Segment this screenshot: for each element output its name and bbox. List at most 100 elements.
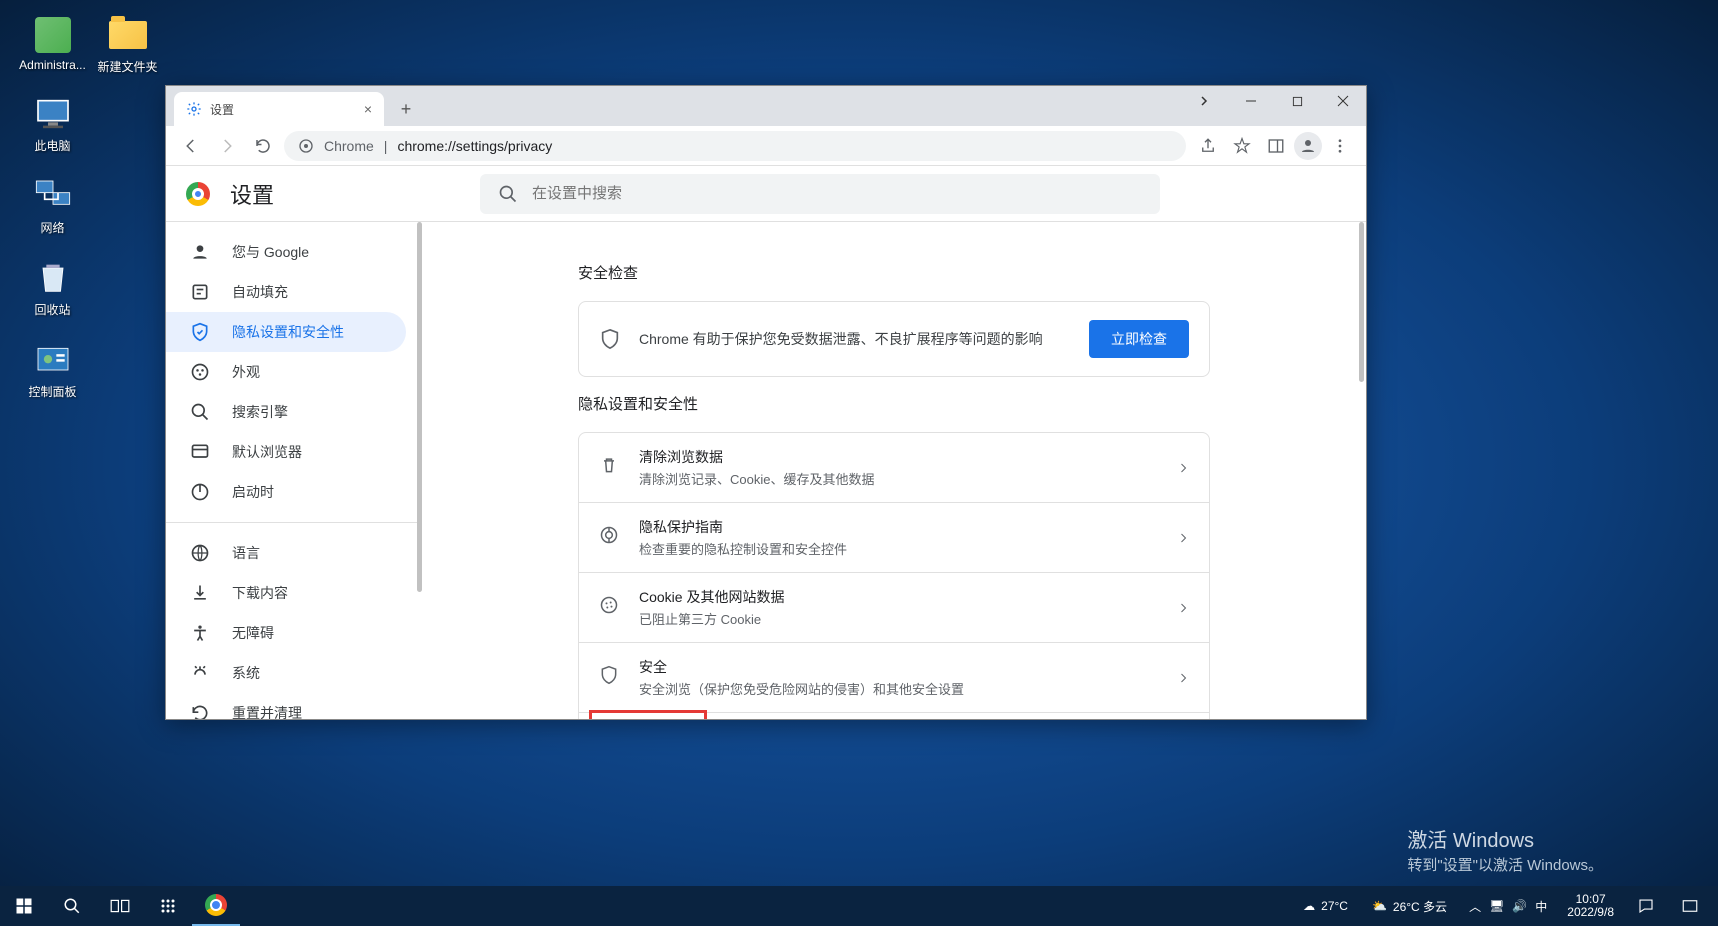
back-button[interactable] — [176, 131, 206, 161]
taskbar-weather-left[interactable]: ☁27°C — [1291, 899, 1360, 913]
safety-check-button[interactable]: 立即检查 — [1089, 320, 1189, 358]
desktop-icon-user[interactable]: Administra... — [15, 15, 90, 72]
omnibox[interactable]: Chrome | chrome://settings/privacy — [284, 131, 1186, 161]
sidebar-item-label: 自动填充 — [232, 282, 288, 302]
desktop-icon-network[interactable]: 网络 — [15, 176, 90, 236]
list-item-title: 隐私保护指南 — [639, 517, 1157, 537]
settings-header: 设置 — [166, 166, 1366, 222]
desktop-icon-recycle-bin[interactable]: 回收站 — [15, 258, 90, 318]
profile-avatar-icon[interactable] — [1294, 132, 1322, 160]
window-close-button[interactable] — [1320, 86, 1366, 116]
desktop-icon-new-folder[interactable]: 新建文件夹 — [90, 15, 165, 75]
privacy-item-1[interactable]: 隐私保护指南检查重要的隐私控制设置和安全控件 — [579, 502, 1209, 572]
list-item-title: Cookie 及其他网站数据 — [639, 587, 1157, 607]
list-item-subtitle: 检查重要的隐私控制设置和安全控件 — [639, 539, 1157, 558]
privacy-heading: 隐私设置和安全性 — [578, 393, 1210, 414]
privacy-item-2[interactable]: Cookie 及其他网站数据已阻止第三方 Cookie — [579, 572, 1209, 642]
sidebar-item-label: 重置并清理 — [232, 703, 302, 719]
sidebar-item-lang[interactable]: 语言 — [166, 533, 406, 573]
start-button[interactable] — [0, 886, 48, 926]
tray-network-icon[interactable]: 🖥 — [1489, 899, 1504, 913]
window-maximize-button[interactable] — [1274, 86, 1320, 116]
chevron-right-icon — [1177, 462, 1189, 474]
reload-button[interactable] — [248, 131, 278, 161]
search-icon — [498, 184, 518, 204]
content-scrollbar[interactable] — [1359, 222, 1364, 719]
taskbar-notifications-button[interactable] — [1624, 886, 1668, 926]
share-icon[interactable] — [1192, 130, 1224, 162]
sidebar-item-search[interactable]: 搜索引擎 — [166, 392, 406, 432]
omnibox-url: chrome://settings/privacy — [397, 138, 552, 154]
new-tab-button[interactable]: + — [392, 95, 420, 123]
omnibox-sep: | — [384, 138, 388, 154]
list-item-subtitle: 安全浏览（保护您免受危险网站的侵害）和其他安全设置 — [639, 679, 1157, 698]
chevron-right-icon — [1177, 532, 1189, 544]
task-view-button[interactable] — [96, 886, 144, 926]
sidebar-item-label: 默认浏览器 — [232, 442, 302, 462]
taskbar-chrome-button[interactable] — [192, 886, 240, 926]
desktop-icon-control-panel[interactable]: 控制面板 — [15, 340, 90, 400]
sidebar-item-startup[interactable]: 启动时 — [166, 472, 406, 512]
forward-button[interactable] — [212, 131, 242, 161]
chevron-right-icon — [1177, 672, 1189, 684]
sidebar-item-system[interactable]: 系统 — [166, 653, 406, 693]
side-panel-icon[interactable] — [1260, 130, 1292, 162]
sidebar-item-autofill[interactable]: 自动填充 — [166, 272, 406, 312]
guide-icon — [599, 525, 619, 550]
tray-ime-indicator[interactable]: 中 — [1535, 898, 1547, 915]
desktop-icon-this-pc[interactable]: 此电脑 — [15, 94, 90, 154]
sidebar-item-label: 启动时 — [232, 482, 274, 502]
sidebar-item-privacy[interactable]: 隐私设置和安全性 — [166, 312, 406, 352]
window-split-button[interactable] — [1182, 86, 1228, 116]
list-item-subtitle: 已阻止第三方 Cookie — [639, 609, 1157, 628]
sidebar-item-you[interactable]: 您与 Google — [166, 232, 406, 272]
sidebar-item-appearance[interactable]: 外观 — [166, 352, 406, 392]
sidebar-item-downloads[interactable]: 下载内容 — [166, 573, 406, 613]
window-controls — [1182, 86, 1366, 116]
tray-volume-icon[interactable]: 🔊 — [1512, 899, 1527, 913]
settings-search[interactable] — [480, 174, 1160, 214]
trash-icon — [599, 455, 619, 480]
list-item-title: 安全 — [639, 657, 1157, 677]
safety-check-heading: 安全检查 — [578, 262, 1210, 283]
taskbar-weather-right[interactable]: ⛅26°C 多云 — [1360, 898, 1459, 915]
privacy-list-card: 清除浏览数据清除浏览记录、Cookie、缓存及其他数据隐私保护指南检查重要的隐私… — [578, 432, 1210, 719]
sidebar-item-label: 隐私设置和安全性 — [232, 322, 344, 342]
taskbar: ☁27°C ⛅26°C 多云 ︿ 🖥 🔊 中 10:07 2022/9/8 — [0, 886, 1718, 926]
shield-icon — [599, 665, 619, 690]
taskbar-clock[interactable]: 10:07 2022/9/8 — [1557, 893, 1624, 919]
gear-icon — [186, 101, 202, 117]
window-minimize-button[interactable] — [1228, 86, 1274, 116]
tab-title: 设置 — [210, 101, 234, 118]
desktop-icons-column: Administra... 此电脑 网络 回收站 控制面板 — [15, 15, 90, 422]
privacy-item-3[interactable]: 安全安全浏览（保护您免受危险网站的侵害）和其他安全设置 — [579, 642, 1209, 712]
safety-check-card: Chrome 有助于保护您免受数据泄露、不良扩展程序等问题的影响 立即检查 — [578, 301, 1210, 377]
browser-tab-settings[interactable]: 设置 × — [174, 92, 384, 126]
settings-body: 您与 Google自动填充隐私设置和安全性外观搜索引擎默认浏览器启动时语言下载内… — [166, 222, 1366, 719]
settings-title: 设置 — [230, 178, 274, 210]
sidebar-item-default[interactable]: 默认浏览器 — [166, 432, 406, 472]
safety-check-text: Chrome 有助于保护您免受数据泄露、不良扩展程序等问题的影响 — [639, 329, 1071, 349]
browser-toolbar: Chrome | chrome://settings/privacy — [166, 126, 1366, 166]
sidebar-item-label: 语言 — [232, 543, 260, 563]
chrome-logo-icon — [186, 182, 210, 206]
privacy-item-4[interactable]: 网站设置控制网站可以使用和显示什么信息（如位置信息、摄像头、弹出式窗口及其他） — [579, 712, 1209, 719]
close-tab-icon[interactable]: × — [364, 101, 372, 117]
settings-content: 安全检查 Chrome 有助于保护您免受数据泄露、不良扩展程序等问题的影响 立即… — [422, 222, 1366, 719]
tray-chevron-up-icon[interactable]: ︿ — [1469, 898, 1481, 915]
sidebar-item-label: 搜索引擎 — [232, 402, 288, 422]
cookie-icon — [599, 595, 619, 620]
privacy-item-0[interactable]: 清除浏览数据清除浏览记录、Cookie、缓存及其他数据 — [579, 433, 1209, 502]
menu-icon[interactable] — [1324, 130, 1356, 162]
taskbar-search-button[interactable] — [48, 886, 96, 926]
sidebar-item-label: 无障碍 — [232, 623, 274, 643]
desktop-icons-column-2: 新建文件夹 — [90, 15, 165, 97]
taskbar-action-center-button[interactable] — [1668, 886, 1712, 926]
sidebar-item-a11y[interactable]: 无障碍 — [166, 613, 406, 653]
bookmark-star-icon[interactable] — [1226, 130, 1258, 162]
system-tray[interactable]: ︿ 🖥 🔊 中 — [1459, 898, 1557, 915]
sidebar-item-reset[interactable]: 重置并清理 — [166, 693, 406, 719]
omnibox-prefix: Chrome — [324, 138, 374, 154]
settings-search-input[interactable] — [532, 185, 1142, 202]
taskbar-apps-button[interactable] — [144, 886, 192, 926]
